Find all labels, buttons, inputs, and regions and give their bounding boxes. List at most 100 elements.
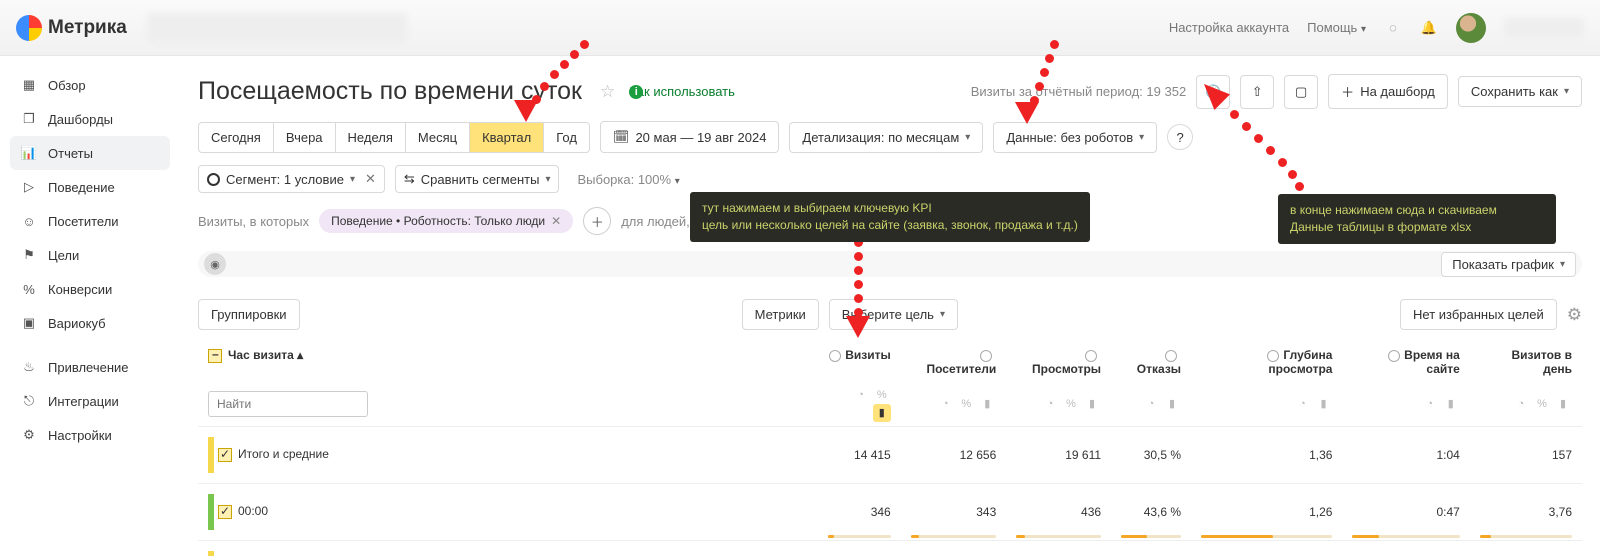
checkbox-icon[interactable] <box>218 448 232 462</box>
period-month[interactable]: Месяц <box>405 122 470 153</box>
grouping-button[interactable]: Группировки <box>198 299 300 330</box>
to-dashboard-button[interactable]: ＋На дашборд <box>1328 74 1448 109</box>
period-quarter[interactable]: Квартал <box>469 122 544 153</box>
bar-view-icon[interactable]: ▮ <box>978 395 996 413</box>
sidebar-item-reports[interactable]: 📊Отчеты <box>10 136 170 170</box>
period-today[interactable]: Сегодня <box>198 122 274 153</box>
sidebar-item-variokub[interactable]: ▣Вариокуб <box>10 306 170 340</box>
radio-icon[interactable] <box>1165 350 1177 362</box>
sidebar-item-acquisition[interactable]: ♨Привлечение <box>10 350 170 384</box>
export-button[interactable]: ⇧ <box>1240 75 1274 109</box>
pie-view-icon[interactable]: ◔ <box>1421 395 1439 413</box>
compare-segments-button[interactable]: ⇆ Сравнить сегменты ▾ <box>395 165 560 193</box>
pie-view-icon[interactable]: ◔ <box>1293 395 1311 413</box>
col-depth[interactable]: Глубина просмотра <box>1191 342 1342 382</box>
radio-icon[interactable] <box>1267 350 1279 362</box>
bar-view-icon[interactable]: ▮ <box>1314 395 1332 413</box>
segment-chip[interactable]: Сегмент: 1 условие ▾ ✕ <box>198 165 385 193</box>
dimension-header[interactable]: Час визита ▴ <box>198 342 818 382</box>
data-mode-button[interactable]: Данные: без роботов▾ <box>993 122 1157 153</box>
bar-view-icon[interactable]: ▮ <box>873 404 891 422</box>
percent-view-icon[interactable]: % <box>1533 395 1551 413</box>
pie-view-icon[interactable]: ◔ <box>1142 395 1160 413</box>
percent-view-icon[interactable]: % <box>957 395 975 413</box>
bar-view-icon[interactable]: ▮ <box>1442 395 1460 413</box>
percent-view-icon[interactable]: % <box>873 386 891 404</box>
row-marker-icon <box>208 551 214 556</box>
table-icon-row: ◔%▮ ◔%▮ ◔%▮ ◔▮ ◔▮ ◔▮ ◔%▮ <box>198 382 1582 427</box>
sidebar-item-conversions[interactable]: %Конверсии <box>10 272 170 306</box>
sample-selector[interactable]: Выборка: 100% ▾ <box>569 167 687 192</box>
unknown-button[interactable]: ▢ <box>1284 75 1318 109</box>
bookmark-icon[interactable]: ☆ <box>600 82 615 102</box>
add-filter-button[interactable]: ＋ <box>583 207 611 235</box>
period-buttons: Сегодня Вчера Неделя Месяц Квартал Год <box>198 122 590 153</box>
header: Метрика Настройка аккаунта Помощь ▾ ◌ 🔔 <box>0 0 1600 56</box>
filter-pill[interactable]: Поведение • Роботность: Только люди✕ <box>319 209 573 233</box>
chart-knob-icon[interactable]: ◉ <box>204 253 226 275</box>
logo-icon <box>16 15 42 41</box>
col-time[interactable]: Время на сайте <box>1342 342 1469 382</box>
sidebar-item-overview[interactable]: ▦Обзор <box>10 68 170 102</box>
col-visits[interactable]: Визиты <box>818 342 901 382</box>
sidebar-item-dashboards[interactable]: ❐Дашборды <box>10 102 170 136</box>
sidebar-item-goals[interactable]: ⚑Цели <box>10 238 170 272</box>
close-icon[interactable]: ✕ <box>551 214 561 228</box>
date-range-button[interactable]: 🗓20 мая — 19 авг 2024 <box>600 121 780 153</box>
table-settings-icon[interactable]: ⚙ <box>1567 305 1582 325</box>
percent-view-icon[interactable]: % <box>1062 395 1080 413</box>
pie-view-icon[interactable]: ◔ <box>1512 395 1530 413</box>
radio-icon[interactable] <box>1388 350 1400 362</box>
help-link[interactable]: Помощь ▾ <box>1307 20 1366 35</box>
bar-view-icon[interactable]: ▮ <box>1083 395 1101 413</box>
col-views[interactable]: Просмотры <box>1006 342 1111 382</box>
metrics-button[interactable]: Метрики <box>742 299 819 330</box>
pie-view-icon[interactable]: ◔ <box>1041 395 1059 413</box>
show-chart-button[interactable]: Показать график ▾ <box>1441 252 1576 277</box>
radio-icon[interactable] <box>1085 350 1097 362</box>
col-bounce[interactable]: Отказы <box>1111 342 1191 382</box>
filter-prefix: Визиты, в которых <box>198 214 309 229</box>
chat-icon[interactable]: ◌ <box>1384 19 1402 37</box>
search-input[interactable] <box>208 391 368 417</box>
row-marker-icon <box>208 437 214 473</box>
bell-icon[interactable]: 🔔 <box>1420 19 1438 37</box>
avatar[interactable] <box>1456 13 1486 43</box>
pie-view-icon[interactable]: ◔ <box>936 395 954 413</box>
chevron-down-icon: ▾ <box>675 176 680 187</box>
radio-icon[interactable] <box>980 350 992 362</box>
help-hint-button[interactable]: ? <box>1167 124 1193 150</box>
bar-view-icon[interactable]: ▮ <box>1163 395 1181 413</box>
detail-button[interactable]: Детализация: по месяцам▾ <box>789 122 983 153</box>
table-row[interactable]: 00:00 346 343 436 43,6 % 1,26 0:47 3,76 <box>198 484 1582 541</box>
radio-icon[interactable] <box>829 350 841 362</box>
how-to-link[interactable]: iКак использовать <box>629 84 735 99</box>
sidebar-item-visitors[interactable]: ☺Посетители <box>10 204 170 238</box>
sidebar-item-settings[interactable]: ⚙Настройки <box>10 418 170 452</box>
period-yesterday[interactable]: Вчера <box>273 122 336 153</box>
row-marker-icon <box>208 494 214 530</box>
period-week[interactable]: Неделя <box>335 122 406 153</box>
sidebar-item-behavior[interactable]: ▷Поведение <box>10 170 170 204</box>
pie-view-icon[interactable]: ◔ <box>852 386 870 404</box>
chevron-down-icon: ▾ <box>1560 259 1565 270</box>
logo[interactable]: Метрика <box>16 15 127 41</box>
site-selector-blur[interactable] <box>147 13 407 43</box>
fire-icon: ♨ <box>20 358 38 376</box>
table-row[interactable]: 01:00 259 259 319 19,3 % 1,23 0:47 2,82 <box>198 541 1582 556</box>
close-icon[interactable]: ✕ <box>365 171 376 187</box>
percent-icon: % <box>20 280 38 298</box>
sidebar-item-integrations[interactable]: ⎋Интеграции <box>10 384 170 418</box>
save-as-button[interactable]: Сохранить как▾ <box>1458 76 1582 107</box>
col-perday[interactable]: Визитов в день <box>1470 342 1582 382</box>
checkbox-icon[interactable] <box>218 505 232 519</box>
no-fav-goals-button[interactable]: Нет избранных целей <box>1400 299 1557 330</box>
account-settings-link[interactable]: Настройка аккаунта <box>1169 20 1289 35</box>
sidebar: ▦Обзор ❐Дашборды 📊Отчеты ▷Поведение ☺Пос… <box>0 56 180 556</box>
table-row-total: Итого и средние 14 415 12 656 19 611 30,… <box>198 427 1582 484</box>
period-year[interactable]: Год <box>543 122 590 153</box>
checkbox-icon[interactable] <box>208 349 222 363</box>
col-visitors[interactable]: Посетители <box>901 342 1007 382</box>
annotation-tooltip-1: тут нажимаем и выбираем ключевую KPI цел… <box>690 192 1090 242</box>
bar-view-icon[interactable]: ▮ <box>1554 395 1572 413</box>
